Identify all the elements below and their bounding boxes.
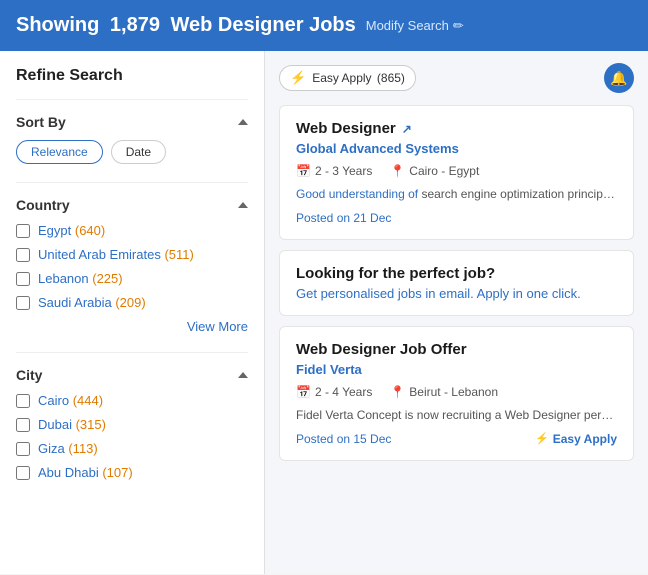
job-title-text-2: Web Designer Job Offer bbox=[296, 341, 467, 358]
promo-title: Looking for the perfect job? bbox=[296, 265, 617, 282]
sort-by-label: Sort By bbox=[16, 114, 66, 130]
country-lebanon[interactable]: Lebanon (225) bbox=[16, 271, 248, 286]
country-saudi[interactable]: Saudi Arabia (209) bbox=[16, 295, 248, 310]
country-egypt[interactable]: Egypt (640) bbox=[16, 223, 248, 238]
easy-apply-label: Easy Apply bbox=[312, 71, 371, 85]
company-name-1: Global Advanced Systems bbox=[296, 141, 617, 156]
divider-1 bbox=[16, 99, 248, 100]
country-saudi-checkbox[interactable] bbox=[16, 296, 30, 310]
divider-3 bbox=[16, 352, 248, 353]
country-view-more[interactable]: View More bbox=[16, 319, 248, 334]
lightning-icon: ⚡ bbox=[290, 70, 306, 86]
country-uae[interactable]: United Arab Emirates (511) bbox=[16, 247, 248, 262]
country-egypt-checkbox[interactable] bbox=[16, 224, 30, 238]
job-meta-1: 📅 2 - 3 Years 📍 Cairo - Egypt bbox=[296, 164, 617, 178]
city-abudhabi-label: Abu Dhabi (107) bbox=[38, 465, 133, 480]
location-meta-1: 📍 Cairo - Egypt bbox=[390, 164, 479, 178]
location-value-1: Cairo - Egypt bbox=[409, 164, 479, 178]
location-icon-2: 📍 bbox=[390, 385, 405, 399]
job-title-1: Web Designer ↗ bbox=[296, 120, 617, 137]
city-abudhabi[interactable]: Abu Dhabi (107) bbox=[16, 465, 248, 480]
sort-buttons: Relevance Date bbox=[16, 140, 248, 164]
country-label: Country bbox=[16, 197, 70, 213]
sidebar: Refine Search Sort By Relevance Date Cou… bbox=[0, 51, 265, 574]
city-cairo[interactable]: Cairo (444) bbox=[16, 393, 248, 408]
sort-by-header: Sort By bbox=[16, 114, 248, 130]
city-header: City bbox=[16, 367, 248, 383]
city-abudhabi-checkbox[interactable] bbox=[16, 466, 30, 480]
experience-value-1: 2 - 3 Years bbox=[315, 164, 372, 178]
company-name-2: Fidel Verta bbox=[296, 362, 617, 377]
promo-card: Looking for the perfect job? Get persona… bbox=[279, 250, 634, 316]
experience-value-2: 2 - 4 Years bbox=[315, 385, 372, 399]
pencil-icon: ✏ bbox=[453, 18, 464, 34]
sort-by-section: Sort By Relevance Date bbox=[16, 99, 248, 164]
country-chevron-icon bbox=[238, 202, 248, 208]
job-meta-2: 📅 2 - 4 Years 📍 Beirut - Lebanon bbox=[296, 385, 617, 399]
job-desc-2: Fidel Verta Concept is now recruiting a … bbox=[296, 407, 617, 424]
sidebar-title: Refine Search bbox=[16, 67, 248, 85]
city-dubai[interactable]: Dubai (315) bbox=[16, 417, 248, 432]
job-desc-1: Good understanding of search engine opti… bbox=[296, 186, 617, 203]
country-section: Country Egypt (640) United Arab Emirates… bbox=[16, 182, 248, 334]
easy-apply-count: (865) bbox=[377, 71, 405, 85]
bell-icon: 🔔 bbox=[610, 70, 627, 87]
header: Showing 1,879 Web Designer Jobs Modify S… bbox=[0, 0, 648, 51]
city-section: City Cairo (444) Dubai (315) Giza (113) … bbox=[16, 352, 248, 480]
calendar-icon-1: 📅 bbox=[296, 164, 311, 178]
city-chevron-icon bbox=[238, 372, 248, 378]
city-giza-checkbox[interactable] bbox=[16, 442, 30, 456]
experience-meta-2: 📅 2 - 4 Years bbox=[296, 385, 372, 399]
job-footer-2: Posted on 15 Dec ⚡ Easy Apply bbox=[296, 432, 617, 446]
sort-date-button[interactable]: Date bbox=[111, 140, 166, 164]
easy-apply-badge-label: Easy Apply bbox=[553, 432, 617, 446]
page-title: Showing 1,879 Web Designer Jobs bbox=[16, 14, 356, 37]
country-uae-checkbox[interactable] bbox=[16, 248, 30, 262]
job-title-text-1: Web Designer bbox=[296, 120, 396, 137]
country-lebanon-checkbox[interactable] bbox=[16, 272, 30, 286]
location-value-2: Beirut - Lebanon bbox=[409, 385, 498, 399]
country-uae-label: United Arab Emirates (511) bbox=[38, 247, 194, 262]
job-title-2: Web Designer Job Offer bbox=[296, 341, 617, 358]
content-area: ⚡ Easy Apply (865) 🔔 Web Designer ↗ Glob… bbox=[265, 51, 648, 574]
main-layout: Refine Search Sort By Relevance Date Cou… bbox=[0, 51, 648, 574]
experience-meta-1: 📅 2 - 3 Years bbox=[296, 164, 372, 178]
country-saudi-label: Saudi Arabia (209) bbox=[38, 295, 146, 310]
country-lebanon-label: Lebanon (225) bbox=[38, 271, 123, 286]
city-giza-label: Giza (113) bbox=[38, 441, 98, 456]
location-meta-2: 📍 Beirut - Lebanon bbox=[390, 385, 498, 399]
job-card-2: Web Designer Job Offer Fidel Verta 📅 2 -… bbox=[279, 326, 634, 461]
divider-2 bbox=[16, 182, 248, 183]
city-cairo-label: Cairo (444) bbox=[38, 393, 103, 408]
easy-apply-badge-2: ⚡ Easy Apply bbox=[535, 432, 617, 446]
city-giza[interactable]: Giza (113) bbox=[16, 441, 248, 456]
filter-bar: ⚡ Easy Apply (865) 🔔 bbox=[279, 63, 634, 93]
country-egypt-label: Egypt (640) bbox=[38, 223, 105, 238]
sort-by-chevron-icon bbox=[238, 119, 248, 125]
external-link-icon-1[interactable]: ↗ bbox=[402, 122, 412, 136]
job-card-1: Web Designer ↗ Global Advanced Systems 📅… bbox=[279, 105, 634, 240]
job-count: 1,879 bbox=[110, 14, 160, 36]
city-dubai-checkbox[interactable] bbox=[16, 418, 30, 432]
promo-description[interactable]: Get personalised jobs in email. Apply in… bbox=[296, 286, 617, 301]
modify-search-link[interactable]: Modify Search ✏ bbox=[366, 18, 464, 34]
country-header: Country bbox=[16, 197, 248, 213]
calendar-icon-2: 📅 bbox=[296, 385, 311, 399]
city-cairo-checkbox[interactable] bbox=[16, 394, 30, 408]
modify-search-label: Modify Search bbox=[366, 18, 449, 33]
posted-date-1: Posted on 21 Dec bbox=[296, 211, 617, 225]
city-dubai-label: Dubai (315) bbox=[38, 417, 106, 432]
desc-highlight-1: Good understanding of bbox=[296, 187, 421, 201]
job-type: Web Designer Jobs bbox=[171, 14, 356, 36]
sort-relevance-button[interactable]: Relevance bbox=[16, 140, 103, 164]
easy-apply-tag-label: Easy Apply (865) bbox=[312, 71, 405, 85]
location-icon-1: 📍 bbox=[390, 164, 405, 178]
city-label: City bbox=[16, 367, 42, 383]
posted-date-2: Posted on 15 Dec bbox=[296, 432, 391, 446]
lightning-badge-icon: ⚡ bbox=[535, 432, 549, 445]
showing-prefix: Showing bbox=[16, 14, 99, 36]
easy-apply-filter-tag[interactable]: ⚡ Easy Apply (865) bbox=[279, 65, 416, 91]
notification-bell-button[interactable]: 🔔 bbox=[604, 63, 634, 93]
